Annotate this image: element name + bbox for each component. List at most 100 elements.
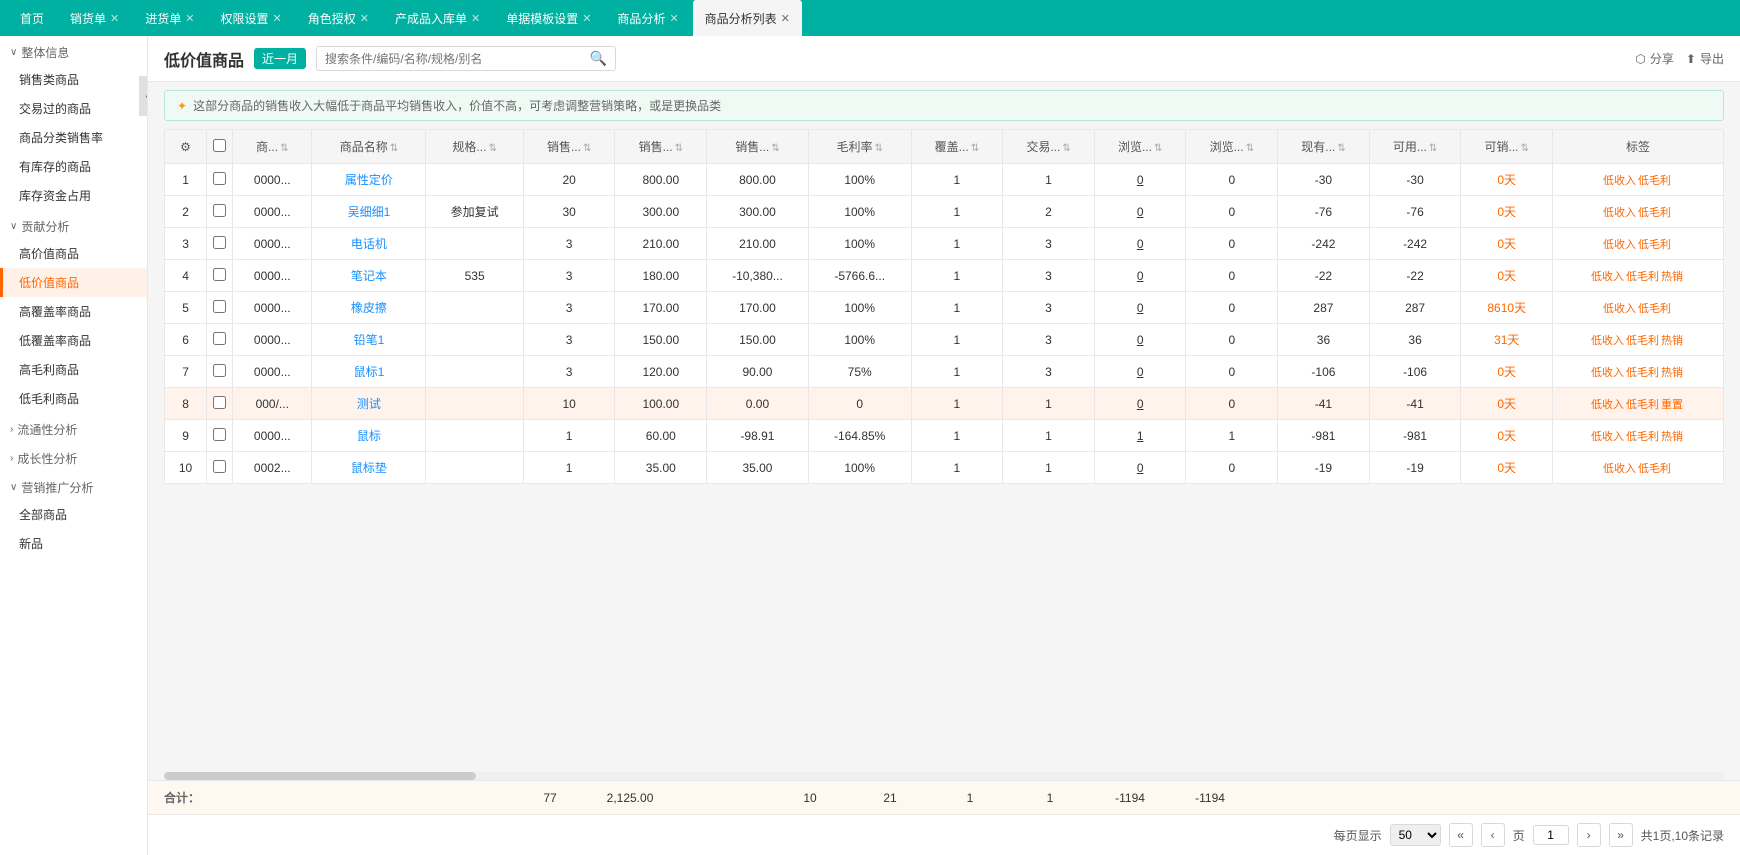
nav-home[interactable]: 首页 (8, 0, 56, 36)
td-checkbox[interactable] (207, 356, 233, 388)
td-browse1[interactable]: 0 (1094, 196, 1186, 228)
tag-badge[interactable]: 低毛利 (1626, 431, 1659, 443)
row-checkbox[interactable] (213, 236, 226, 249)
row-checkbox[interactable] (213, 300, 226, 313)
nav-roles-close[interactable]: ✕ (360, 12, 369, 25)
nav-stock-in[interactable]: 产成品入库单 ✕ (383, 0, 492, 36)
td-browse1[interactable]: 0 (1094, 452, 1186, 484)
per-page-select[interactable]: 50 100 (1390, 824, 1441, 846)
browse1-link[interactable]: 0 (1137, 237, 1144, 251)
last-page-btn[interactable]: » (1609, 823, 1633, 847)
td-browse1[interactable]: 1 (1094, 420, 1186, 452)
nav-perms[interactable]: 权限设置 ✕ (208, 0, 293, 36)
tag-badge[interactable]: 热销 (1661, 367, 1683, 379)
tag-badge[interactable]: 低收入 (1591, 431, 1624, 443)
tag-badge[interactable]: 低收入 (1591, 271, 1624, 283)
browse1-link[interactable]: 0 (1137, 301, 1144, 315)
td-browse1[interactable]: 0 (1094, 356, 1186, 388)
tag-badge[interactable]: 低收入 (1591, 399, 1624, 411)
td-name[interactable]: 电话机 (312, 228, 426, 260)
td-name[interactable]: 属性定价 (312, 164, 426, 196)
td-name[interactable]: 橡皮擦 (312, 292, 426, 324)
browse1-link[interactable]: 1 (1137, 429, 1144, 443)
tag-badge[interactable]: 热销 (1661, 335, 1683, 347)
nav-analysis-list[interactable]: 商品分析列表 ✕ (693, 0, 802, 36)
tag-badge[interactable]: 热销 (1661, 431, 1683, 443)
prev-page-btn[interactable]: ‹ (1481, 823, 1505, 847)
sidebar-item-low-profit[interactable]: 低毛利商品 (0, 384, 147, 413)
tag-badge[interactable]: 低收入 (1603, 175, 1636, 187)
browse1-link[interactable]: 0 (1137, 333, 1144, 347)
tag-badge[interactable]: 低毛利 (1638, 239, 1671, 251)
nav-purchase[interactable]: 进货单 ✕ (133, 0, 206, 36)
nav-analysis-list-close[interactable]: ✕ (781, 12, 790, 25)
tag-badge[interactable]: 低收入 (1591, 367, 1624, 379)
select-all-checkbox[interactable] (213, 139, 226, 152)
sidebar-item-sales-goods[interactable]: 销售类商品 (0, 65, 147, 94)
td-name[interactable]: 笔记本 (312, 260, 426, 292)
sidebar-group-contribution[interactable]: ∨ 贡献分析 (0, 210, 147, 239)
tag-badge[interactable]: 低毛利 (1626, 399, 1659, 411)
share-button[interactable]: ⬡ 分享 (1635, 50, 1674, 67)
tag-badge[interactable]: 低毛利 (1626, 367, 1659, 379)
row-checkbox[interactable] (213, 428, 226, 441)
td-browse1[interactable]: 0 (1094, 164, 1186, 196)
tag-badge[interactable]: 低收入 (1603, 207, 1636, 219)
tag-badge[interactable]: 热销 (1661, 271, 1683, 283)
nav-perms-close[interactable]: ✕ (273, 12, 282, 25)
td-browse1[interactable]: 0 (1094, 388, 1186, 420)
td-checkbox[interactable] (207, 420, 233, 452)
td-name[interactable]: 测试 (312, 388, 426, 420)
sidebar-group-flow[interactable]: › 流通性分析 (0, 413, 147, 442)
sidebar-item-in-stock[interactable]: 有库存的商品 (0, 152, 147, 181)
td-checkbox[interactable] (207, 196, 233, 228)
td-browse1[interactable]: 0 (1094, 292, 1186, 324)
sidebar-collapse-btn[interactable]: ‹ (139, 76, 148, 116)
th-settings[interactable]: ⚙ (165, 130, 207, 164)
browse1-link[interactable]: 0 (1137, 365, 1144, 379)
td-checkbox[interactable] (207, 228, 233, 260)
row-checkbox[interactable] (213, 364, 226, 377)
tag-badge[interactable]: 低毛利 (1626, 271, 1659, 283)
td-checkbox[interactable] (207, 388, 233, 420)
td-checkbox[interactable] (207, 260, 233, 292)
sidebar-item-high-coverage[interactable]: 高覆盖率商品 (0, 297, 147, 326)
td-browse1[interactable]: 0 (1094, 228, 1186, 260)
nav-template[interactable]: 单据模板设置 ✕ (494, 0, 603, 36)
td-checkbox[interactable] (207, 452, 233, 484)
tag-badge[interactable]: 低毛利 (1638, 175, 1671, 187)
browse1-link[interactable]: 0 (1137, 397, 1144, 411)
page-input[interactable] (1533, 825, 1569, 845)
sidebar-item-category-rate[interactable]: 商品分类销售率 (0, 123, 147, 152)
sidebar-item-low-coverage[interactable]: 低覆盖率商品 (0, 326, 147, 355)
td-name[interactable]: 鼠标 (312, 420, 426, 452)
next-page-btn[interactable]: › (1577, 823, 1601, 847)
td-checkbox[interactable] (207, 292, 233, 324)
sidebar-item-high-profit[interactable]: 高毛利商品 (0, 355, 147, 384)
td-checkbox[interactable] (207, 324, 233, 356)
row-checkbox[interactable] (213, 396, 226, 409)
browse1-link[interactable]: 0 (1137, 461, 1144, 475)
date-badge[interactable]: 近一月 (254, 48, 306, 69)
sidebar-item-stock-fund[interactable]: 库存资金占用 (0, 181, 147, 210)
first-page-btn[interactable]: « (1449, 823, 1473, 847)
scrollbar-thumb[interactable] (164, 772, 476, 780)
td-name[interactable]: 吴细细1 (312, 196, 426, 228)
nav-roles[interactable]: 角色授权 ✕ (296, 0, 381, 36)
sidebar-group-growth[interactable]: › 成长性分析 (0, 442, 147, 471)
browse1-link[interactable]: 0 (1137, 205, 1144, 219)
nav-sales-close[interactable]: ✕ (110, 12, 119, 25)
row-checkbox[interactable] (213, 460, 226, 473)
search-input[interactable] (325, 52, 586, 66)
nav-purchase-close[interactable]: ✕ (185, 12, 194, 25)
nav-sales[interactable]: 销货单 ✕ (58, 0, 131, 36)
nav-analysis[interactable]: 商品分析 ✕ (605, 0, 690, 36)
row-checkbox[interactable] (213, 172, 226, 185)
browse1-link[interactable]: 0 (1137, 269, 1144, 283)
td-browse1[interactable]: 0 (1094, 260, 1186, 292)
sidebar-item-high-value[interactable]: 高价值商品 (0, 239, 147, 268)
tag-badge[interactable]: 低收入 (1603, 463, 1636, 475)
td-name[interactable]: 鼠标垫 (312, 452, 426, 484)
search-icon[interactable]: 🔍 (590, 50, 607, 67)
tag-badge[interactable]: 重置 (1661, 399, 1683, 411)
